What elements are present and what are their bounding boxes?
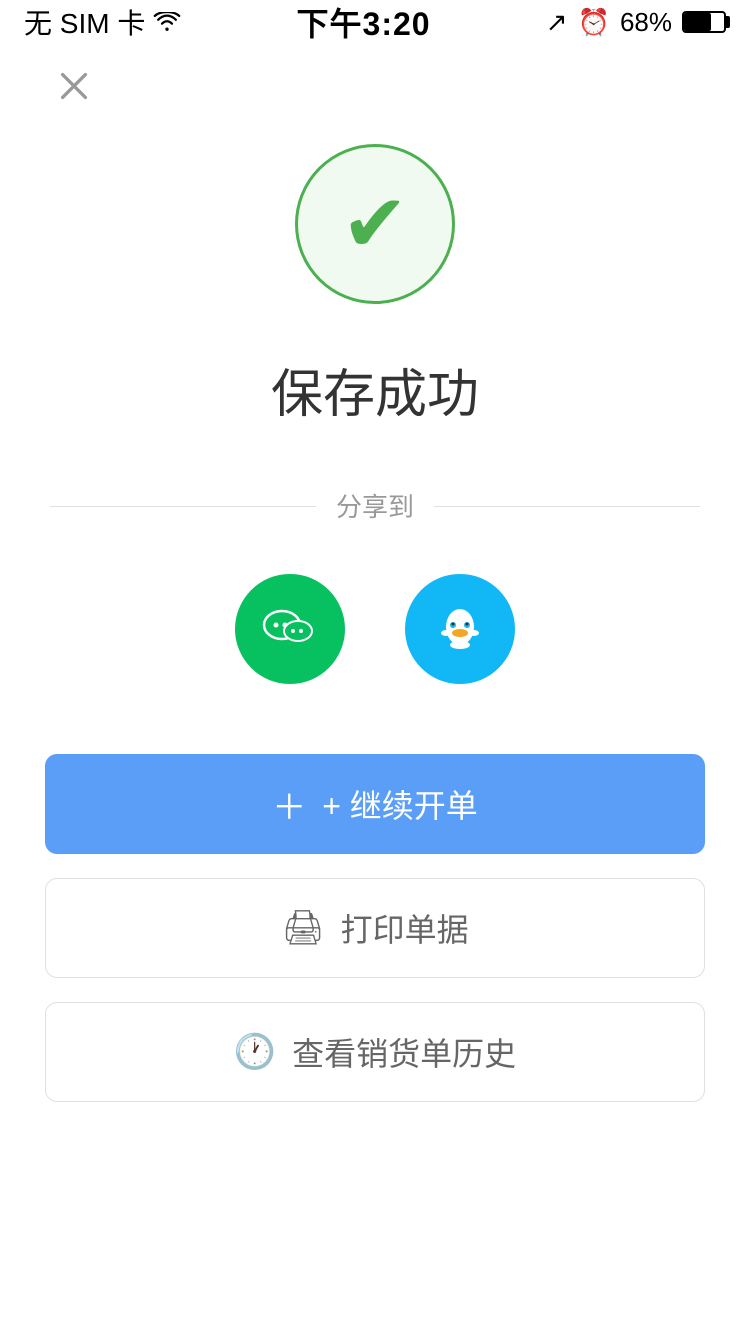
alarm-icon: ⏰ [578,7,610,38]
qq-share-button[interactable] [405,574,515,684]
continue-label: + 继续开单 [322,781,478,827]
action-buttons: ＋ + 继续开单 🖨 打印单据 🕐 查看销货单历史 [45,754,705,1102]
print-button[interactable]: 🖨 打印单据 [45,878,705,978]
close-button[interactable] [44,56,104,116]
status-time: 下午3:20 [297,0,431,45]
status-right: ↗ ⏰ 68% [546,7,726,38]
qq-icon [430,599,490,659]
battery-fill [684,13,711,31]
share-icons [235,574,515,684]
print-label: 打印单据 [341,905,469,951]
main-content: ✔ 保存成功 分享到 [0,44,750,1102]
history-label: 查看销货单历史 [292,1029,516,1075]
check-icon: ✔ [341,184,408,264]
print-icon: 🖨 [281,908,324,948]
history-button[interactable]: 🕐 查看销货单历史 [45,1002,705,1102]
success-title: 保存成功 [271,352,479,427]
share-section: 分享到 [0,487,750,524]
history-icon: 🕐 [234,1032,276,1072]
wechat-share-button[interactable] [235,574,345,684]
battery-bar [682,11,726,33]
wifi-icon [153,12,181,32]
continue-button[interactable]: ＋ + 继续开单 [45,754,705,854]
location-icon: ↗ [546,7,568,38]
battery-text: 68% [620,7,672,38]
share-label: 分享到 [316,487,434,524]
status-left: 无 SIM 卡 [24,2,181,42]
wechat-icon [260,599,320,659]
status-bar: 无 SIM 卡 下午3:20 ↗ ⏰ 68% [0,0,750,44]
success-circle: ✔ [295,144,455,304]
plus-icon: ＋ [272,780,306,829]
no-sim-text: 无 SIM 卡 [24,2,145,42]
